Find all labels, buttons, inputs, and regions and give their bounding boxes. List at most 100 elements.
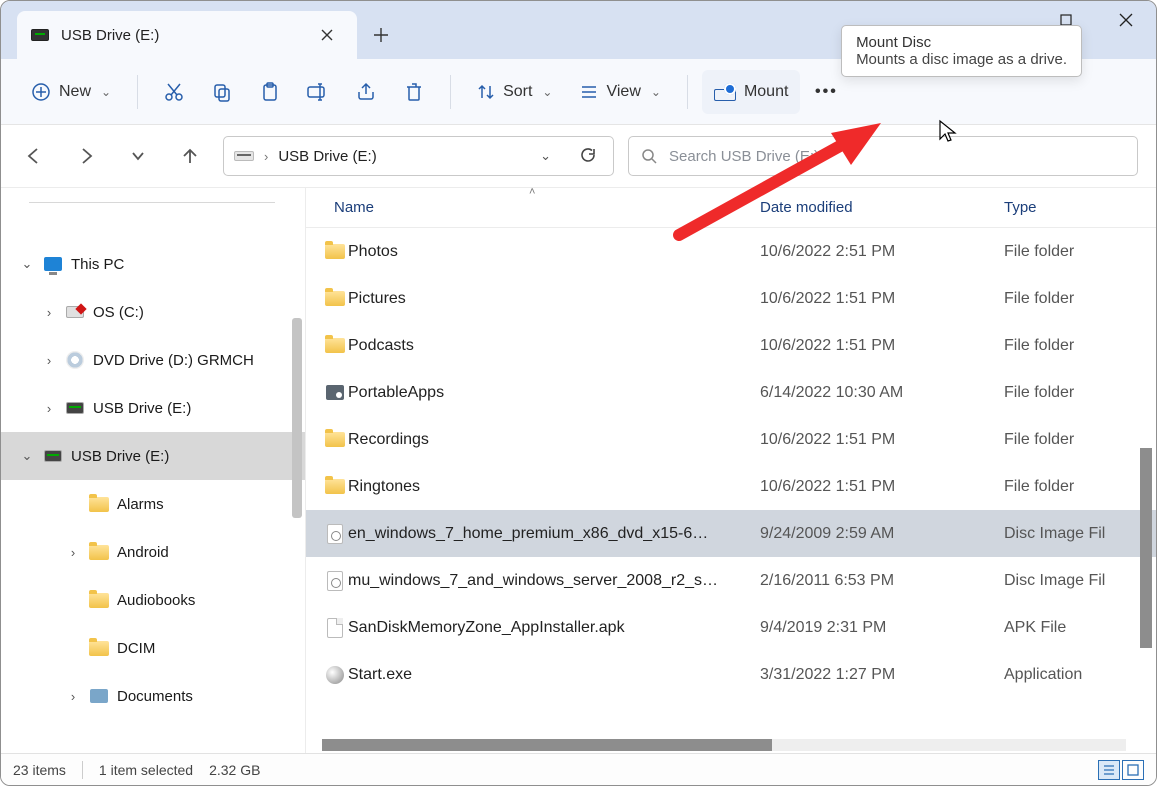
tree-this-pc[interactable]: ⌄ This PC bbox=[1, 240, 305, 288]
mount-label: Mount bbox=[744, 83, 788, 101]
crumb-sep-icon: › bbox=[264, 149, 268, 164]
up-button[interactable] bbox=[171, 137, 209, 175]
close-window-button[interactable] bbox=[1096, 1, 1156, 39]
file-name: PortableApps bbox=[348, 384, 760, 402]
folder-icon bbox=[89, 497, 109, 512]
mount-icon bbox=[714, 83, 736, 101]
file-row[interactable]: PortableApps6/14/2022 10:30 AMFile folde… bbox=[306, 369, 1156, 416]
tooltip: Mount Disc Mounts a disc image as a driv… bbox=[841, 25, 1082, 77]
tree-usb-e-active[interactable]: ⌄ USB Drive (E:) bbox=[1, 432, 305, 480]
status-items: 23 items bbox=[13, 762, 66, 778]
disc-image-icon bbox=[327, 571, 343, 591]
chevron-right-icon[interactable]: › bbox=[41, 353, 57, 368]
chevron-right-icon[interactable]: › bbox=[65, 545, 81, 560]
tree-os-c[interactable]: › OS (C:) bbox=[1, 288, 305, 336]
tree-label: Audiobooks bbox=[117, 592, 195, 609]
rename-button[interactable] bbox=[296, 70, 340, 114]
file-date: 10/6/2022 1:51 PM bbox=[760, 290, 1004, 308]
tree-android[interactable]: › Android bbox=[1, 528, 305, 576]
tree-audiobooks[interactable]: Audiobooks bbox=[1, 576, 305, 624]
file-type: APK File bbox=[1004, 619, 1066, 637]
chevron-down-icon[interactable]: ⌄ bbox=[19, 256, 35, 272]
file-row[interactable]: Ringtones10/6/2022 1:51 PMFile folder bbox=[306, 463, 1156, 510]
view-button[interactable]: View ⌄ bbox=[568, 70, 672, 114]
share-button[interactable] bbox=[344, 70, 388, 114]
tree-usb-e[interactable]: › USB Drive (E:) bbox=[1, 384, 305, 432]
address-bar[interactable]: › USB Drive (E:) ⌄ bbox=[223, 136, 614, 176]
tree-documents[interactable]: › Documents bbox=[1, 672, 305, 720]
chevron-down-icon[interactable]: ⌄ bbox=[19, 448, 35, 464]
file-type: File folder bbox=[1004, 290, 1074, 308]
file-name: Ringtones bbox=[348, 478, 760, 496]
file-row[interactable]: mu_windows_7_and_windows_server_2008_r2_… bbox=[306, 557, 1156, 604]
usb-icon bbox=[44, 450, 62, 462]
application-icon bbox=[326, 666, 344, 684]
new-button[interactable]: New ⌄ bbox=[19, 70, 123, 114]
new-label: New bbox=[59, 83, 91, 101]
copy-button[interactable] bbox=[200, 70, 244, 114]
column-type[interactable]: Type bbox=[1004, 199, 1156, 216]
file-row[interactable]: Recordings10/6/2022 1:51 PMFile folder bbox=[306, 416, 1156, 463]
file-date: 3/31/2022 1:27 PM bbox=[760, 666, 1004, 684]
chevron-right-icon[interactable]: › bbox=[65, 689, 81, 704]
sort-button[interactable]: Sort ⌄ bbox=[465, 70, 564, 114]
drive-icon bbox=[31, 29, 49, 41]
refresh-button[interactable] bbox=[571, 146, 605, 167]
file-row[interactable]: Pictures10/6/2022 1:51 PMFile folder bbox=[306, 275, 1156, 322]
vertical-scrollbar[interactable] bbox=[1140, 448, 1152, 648]
ellipsis-icon: ••• bbox=[815, 83, 838, 101]
column-name[interactable]: Name bbox=[334, 199, 760, 216]
file-date: 9/24/2009 2:59 AM bbox=[760, 525, 1004, 543]
forward-button[interactable] bbox=[67, 137, 105, 175]
sidebar-scrollbar[interactable] bbox=[292, 318, 302, 518]
file-type: Disc Image Fil bbox=[1004, 525, 1105, 543]
paste-button[interactable] bbox=[248, 70, 292, 114]
thumbnails-view-button[interactable] bbox=[1122, 760, 1144, 780]
file-type: Disc Image Fil bbox=[1004, 572, 1105, 590]
file-row[interactable]: Start.exe3/31/2022 1:27 PMApplication bbox=[306, 651, 1156, 698]
file-row[interactable]: SanDiskMemoryZone_AppInstaller.apk9/4/20… bbox=[306, 604, 1156, 651]
folder-icon bbox=[89, 545, 109, 560]
horizontal-scrollbar[interactable] bbox=[322, 739, 1126, 751]
breadcrumb[interactable]: USB Drive (E:) bbox=[278, 148, 376, 165]
details-view-button[interactable] bbox=[1098, 760, 1120, 780]
tree-dcim[interactable]: DCIM bbox=[1, 624, 305, 672]
file-date: 9/4/2019 2:31 PM bbox=[760, 619, 1004, 637]
file-row[interactable]: en_windows_7_home_premium_x86_dvd_x15-6…… bbox=[306, 510, 1156, 557]
pc-icon bbox=[44, 257, 62, 271]
explorer-window: USB Drive (E:) New ⌄ bbox=[0, 0, 1157, 786]
tree-label: USB Drive (E:) bbox=[71, 448, 169, 465]
file-type: File folder bbox=[1004, 384, 1074, 402]
file-name: Pictures bbox=[348, 290, 760, 308]
file-name: Recordings bbox=[348, 431, 760, 449]
file-name: SanDiskMemoryZone_AppInstaller.apk bbox=[348, 619, 760, 637]
file-row[interactable]: Podcasts10/6/2022 1:51 PMFile folder bbox=[306, 322, 1156, 369]
search-input[interactable] bbox=[669, 148, 1125, 165]
status-selection: 1 item selected bbox=[99, 762, 193, 778]
tree-dvd-d[interactable]: › DVD Drive (D:) GRMCH bbox=[1, 336, 305, 384]
recent-button[interactable] bbox=[119, 137, 157, 175]
chevron-right-icon[interactable]: › bbox=[41, 401, 57, 416]
folder-icon bbox=[325, 432, 345, 447]
disc-image-icon bbox=[327, 524, 343, 544]
nav-tree: ⌄ This PC › OS (C:) › DVD Drive (D:) GRM… bbox=[1, 240, 305, 720]
chevron-down-icon: ⌄ bbox=[101, 85, 111, 99]
tree-label: Android bbox=[117, 544, 169, 561]
back-button[interactable] bbox=[15, 137, 53, 175]
search-box[interactable] bbox=[628, 136, 1138, 176]
documents-icon bbox=[90, 689, 108, 703]
disk-icon bbox=[66, 306, 84, 318]
file-date: 10/6/2022 1:51 PM bbox=[760, 478, 1004, 496]
more-button[interactable]: ••• bbox=[804, 70, 848, 114]
close-tab-button[interactable] bbox=[313, 21, 341, 49]
chevron-right-icon[interactable]: › bbox=[41, 305, 57, 320]
file-row[interactable]: Photos10/6/2022 2:51 PMFile folder bbox=[306, 228, 1156, 275]
cut-button[interactable] bbox=[152, 70, 196, 114]
delete-button[interactable] bbox=[392, 70, 436, 114]
column-date[interactable]: Date modified bbox=[760, 199, 1004, 216]
new-tab-button[interactable] bbox=[357, 11, 405, 59]
address-history-button[interactable]: ⌄ bbox=[530, 148, 561, 164]
tree-alarms[interactable]: Alarms bbox=[1, 480, 305, 528]
mount-button[interactable]: Mount bbox=[702, 70, 800, 114]
tab-usb-drive[interactable]: USB Drive (E:) bbox=[17, 11, 357, 59]
